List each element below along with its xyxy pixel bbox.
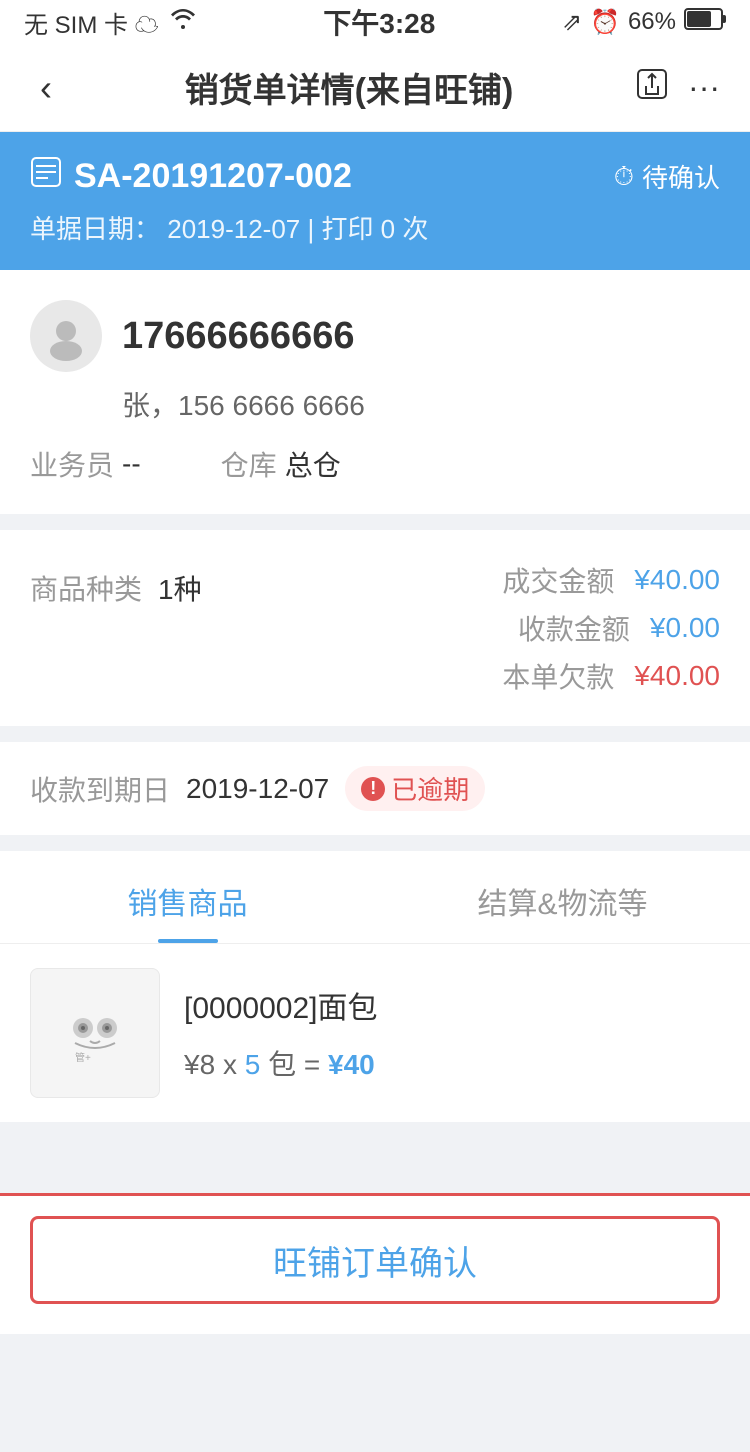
tabs-section: 销售商品 结算&物流等 管+ [0000002]面包 ¥8 — [0, 851, 750, 1122]
order-id: SA-20191207-002 — [30, 156, 352, 197]
back-button[interactable]: ‹ — [30, 57, 62, 119]
status-time: 下午3:28 — [323, 2, 435, 42]
status-left: 无 SIM 卡 ☁ — [24, 5, 197, 40]
overdue-icon: ! — [361, 777, 385, 801]
product-qty: 5 — [245, 1049, 261, 1080]
order-date: 单据日期： 2019-12-07 | 打印 0 次 — [30, 209, 720, 246]
deal-amount-value: ¥40.00 — [634, 564, 720, 596]
tab-settlement[interactable]: 结算&物流等 — [375, 851, 750, 943]
location-icon: ⇗ — [562, 8, 582, 37]
customer-section: 17666666666 张，156 6666 6666 业务员 -- 仓库 总仓 — [0, 270, 750, 514]
product-total: ¥40 — [328, 1049, 375, 1080]
product-type-value: 1种 — [158, 568, 202, 608]
battery-text: 66% — [628, 8, 676, 36]
order-header: SA-20191207-002 ⏱ 待确认 单据日期： 2019-12-07 |… — [0, 132, 750, 270]
nav-bar: ‹ 销货单详情(来自旺铺) ··· — [0, 44, 750, 132]
salesman-value: -- — [122, 448, 141, 480]
wifi-icon — [169, 8, 197, 36]
customer-meta: 业务员 -- 仓库 总仓 — [30, 444, 720, 484]
no-sim-text: 无 SIM 卡 ☁ — [24, 5, 159, 40]
deal-amount-label: 成交金额 — [502, 560, 614, 600]
page-title: 销货单详情(来自旺铺) — [62, 63, 636, 112]
alarm-icon: ⏰ — [590, 8, 620, 37]
received-value: ¥0.00 — [650, 612, 720, 644]
product-calculation: ¥8 x 5 包 = ¥40 — [184, 1043, 720, 1083]
order-icon — [30, 156, 62, 197]
product-info: [0000002]面包 ¥8 x 5 包 = ¥40 — [184, 983, 720, 1083]
due-date-label: 收款到期日 — [30, 769, 170, 809]
svg-text:管+: 管+ — [75, 1051, 91, 1064]
tabs-nav: 销售商品 结算&物流等 — [0, 851, 750, 944]
warehouse-value: 总仓 — [285, 444, 341, 484]
salesman-label: 业务员 — [30, 444, 114, 484]
owed-value: ¥40.00 — [634, 660, 720, 692]
confirm-button-area: 旺铺订单确认 — [0, 1193, 750, 1334]
owed-label: 本单欠款 — [502, 656, 614, 696]
status-right: ⇗ ⏰ 66% — [562, 8, 726, 37]
received-label: 收款金额 — [518, 608, 630, 648]
product-thumbnail: 管+ — [30, 968, 160, 1098]
tab-sales-product[interactable]: 销售商品 — [0, 851, 375, 943]
warehouse-label: 仓库 — [221, 444, 277, 484]
status-bar: 无 SIM 卡 ☁ 下午3:28 ⇗ ⏰ 66% — [0, 0, 750, 44]
product-name: [0000002]面包 — [184, 983, 720, 1027]
customer-phone: 17666666666 — [122, 315, 354, 358]
overdue-text: 已逾期 — [391, 770, 469, 807]
confirm-order-button[interactable]: 旺铺订单确认 — [30, 1216, 720, 1304]
due-section: 收款到期日 2019-12-07 ! 已逾期 — [0, 742, 750, 835]
battery-icon — [684, 8, 726, 37]
customer-name: 张，156 6666 6666 — [30, 384, 720, 424]
customer-avatar — [30, 300, 102, 372]
share-button[interactable] — [636, 68, 668, 108]
product-type-label: 商品种类 — [30, 568, 142, 608]
clock-icon: ⏱ — [614, 161, 634, 193]
order-status: ⏱ 待确认 — [614, 158, 720, 195]
nav-actions: ··· — [636, 68, 720, 108]
stats-section: 商品种类 1种 成交金额 ¥40.00 收款金额 ¥0.00 本单欠款 ¥40.… — [0, 530, 750, 726]
due-date-value: 2019-12-07 — [186, 773, 329, 805]
product-item: 管+ [0000002]面包 ¥8 x 5 包 = ¥40 — [0, 944, 750, 1122]
more-button[interactable]: ··· — [688, 69, 720, 106]
overdue-badge: ! 已逾期 — [345, 766, 485, 811]
